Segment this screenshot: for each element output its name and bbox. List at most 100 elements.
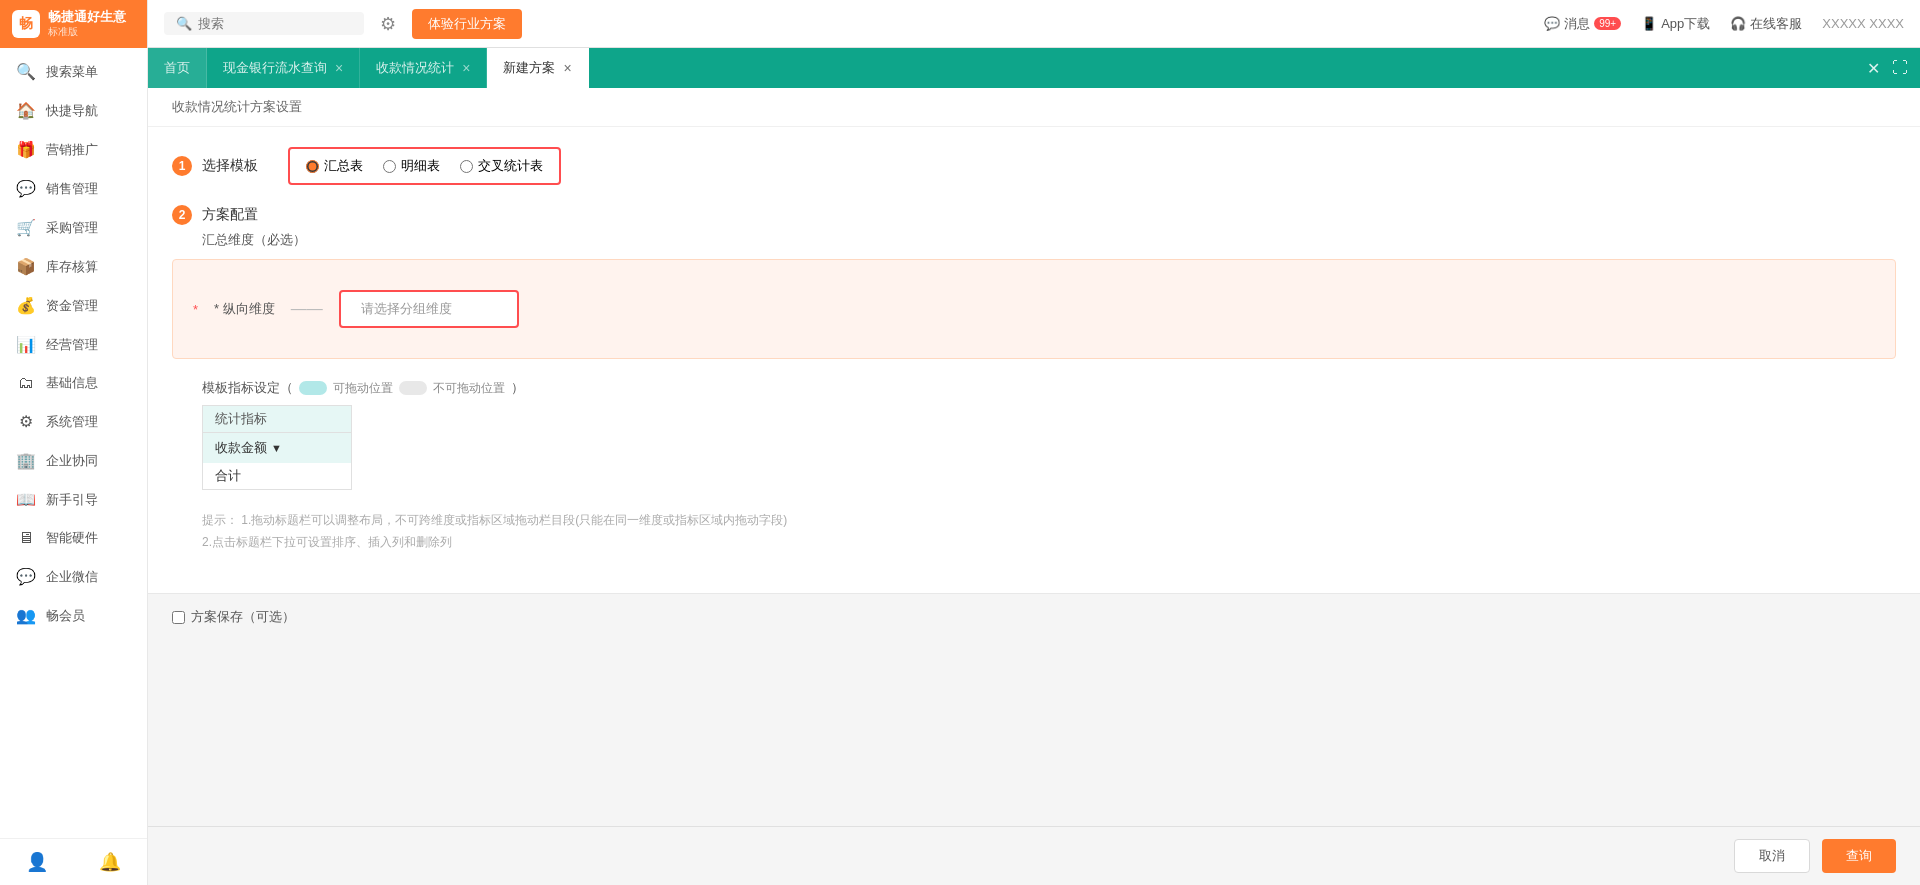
indicators-dropdown-cell[interactable]: 收款金额 ▼ (203, 433, 351, 463)
system-icon: ⚙ (16, 412, 36, 431)
step2-section: 2 方案配置 汇总维度（必选） * * 纵向维度 —— 请选择分组维度 (172, 205, 1896, 553)
user-name: XXXXX XXXX (1822, 16, 1904, 31)
tab-cash-query[interactable]: 现金银行流水查询 × (207, 48, 360, 88)
marketing-icon: 🎁 (16, 140, 36, 159)
page-title: 收款情况统计方案设置 (172, 99, 302, 114)
settings-icon[interactable]: ⚙ (380, 13, 396, 35)
finance-icon: 💰 (16, 296, 36, 315)
sidebar-item-basic-info[interactable]: 🗂 基础信息 (0, 364, 147, 402)
step2-row: 2 方案配置 (172, 205, 1896, 225)
tabbar-actions: ✕ ⛶ (1855, 48, 1920, 88)
notification-icon: 🔔 (99, 851, 121, 873)
industry-plan-button[interactable]: 体验行业方案 (412, 9, 522, 39)
vertical-dim-label: * 纵向维度 (214, 300, 275, 318)
dimension-selector[interactable]: 请选择分组维度 (339, 290, 519, 328)
sidebar-item-sales[interactable]: 💬 销售管理 (0, 169, 147, 208)
dropdown-chevron-icon: ▼ (271, 442, 282, 454)
sidebar-footer-notification[interactable]: 🔔 (99, 851, 121, 873)
step1-num: 1 (172, 156, 192, 176)
draggable-label: 可拖动位置 (333, 380, 393, 397)
radio-detail-input[interactable] (383, 160, 396, 173)
tab-close-new-plan[interactable]: × (563, 60, 571, 76)
radio-crosstab-input[interactable] (460, 160, 473, 173)
save-checkbox[interactable] (172, 611, 185, 624)
dimension-row: * * 纵向维度 —— 请选择分组维度 (193, 290, 519, 328)
sidebar-item-quick-nav[interactable]: 🏠 快捷导航 (0, 91, 147, 130)
query-button[interactable]: 查询 (1822, 839, 1896, 873)
radio-summary-input[interactable] (306, 160, 319, 173)
step2-num: 2 (172, 205, 192, 225)
sidebar-item-operations[interactable]: 📊 经营管理 (0, 325, 147, 364)
message-item[interactable]: 💬 消息 99+ (1544, 15, 1621, 33)
radio-crosstab[interactable]: 交叉统计表 (460, 157, 543, 175)
summary-dimension-label: 汇总维度（必选） (202, 231, 1896, 249)
indicators-section: 模板指标设定（ 可拖动位置 不可拖动位置 ） 统计指标 收款金额 ▼ (172, 379, 1896, 490)
tab-collection-stat[interactable]: 收款情况统计 × (360, 48, 487, 88)
sidebar-item-enterprise[interactable]: 🏢 企业协同 (0, 441, 147, 480)
template-selection-box: 汇总表 明细表 交叉统计表 (288, 147, 561, 185)
sidebar-logo: 畅 畅捷通好生意 标准版 (0, 0, 147, 48)
sidebar-nav: 🔍 搜索菜单 🏠 快捷导航 🎁 营销推广 💬 销售管理 🛒 采购管理 📦 库存核… (0, 48, 147, 838)
tab-home[interactable]: 首页 (148, 48, 207, 88)
sidebar-item-search-menu[interactable]: 🔍 搜索菜单 (0, 52, 147, 91)
sidebar-footer: 👤 🔔 (0, 838, 147, 885)
cancel-button[interactable]: 取消 (1734, 839, 1810, 873)
sidebar-item-finance[interactable]: 💰 资金管理 (0, 286, 147, 325)
tab-close-collection-stat[interactable]: × (462, 60, 470, 76)
tabbar: 首页 现金银行流水查询 × 收款情况统计 × 新建方案 × ✕ ⛶ (148, 48, 1920, 88)
search-box[interactable]: 🔍 (164, 12, 364, 35)
indicators-dropdown-label: 收款金额 (215, 439, 267, 457)
user-avatar-icon: 👤 (26, 851, 48, 873)
sidebar-item-inventory[interactable]: 📦 库存核算 (0, 247, 147, 286)
fixed-label: 不可拖动位置 (433, 380, 505, 397)
search-icon: 🔍 (176, 16, 192, 31)
topbar-right: 💬 消息 99+ 📱 App下载 🎧 在线客服 XXXXX XXXX (1544, 15, 1904, 33)
message-icon: 💬 (1544, 16, 1560, 31)
sidebar-item-system[interactable]: ⚙ 系统管理 (0, 402, 147, 441)
tip-2: 2.点击标题栏下拉可设置排序、插入列和删除列 (202, 532, 1896, 554)
step1-label: 选择模板 (202, 157, 258, 175)
step1-row: 1 选择模板 汇总表 明细表 交叉统计表 (172, 147, 1896, 185)
logo-icon: 畅 (12, 10, 40, 38)
dimension-area: * * 纵向维度 —— 请选择分组维度 (172, 259, 1896, 359)
tips-section: 提示： 1.拖动标题栏可以调整布局，不可跨维度或指标区域拖动栏目段(只能在同一维… (202, 510, 1896, 553)
sidebar-item-hardware[interactable]: 🖥 智能硬件 (0, 519, 147, 557)
save-section: 方案保存（可选） (148, 593, 1920, 640)
inventory-icon: 📦 (16, 257, 36, 276)
sales-icon: 💬 (16, 179, 36, 198)
sidebar-item-purchase[interactable]: 🛒 采购管理 (0, 208, 147, 247)
tab-new-plan[interactable]: 新建方案 × (487, 48, 588, 88)
sidebar-item-wechat[interactable]: 💬 企业微信 (0, 557, 147, 596)
wechat-icon: 💬 (16, 567, 36, 586)
tab-close-cash-query[interactable]: × (335, 60, 343, 76)
radio-summary[interactable]: 汇总表 (306, 157, 363, 175)
quick-nav-icon: 🏠 (16, 101, 36, 120)
basic-info-icon: 🗂 (16, 374, 36, 392)
radio-detail[interactable]: 明细表 (383, 157, 440, 175)
page-header: 收款情况统计方案设置 (148, 88, 1920, 127)
draggable-indicator (299, 381, 327, 395)
purchase-icon: 🛒 (16, 218, 36, 237)
indicators-grid: 统计指标 收款金额 ▼ 合计 (202, 405, 352, 490)
topbar: 🔍 ⚙ 体验行业方案 💬 消息 99+ 📱 App下载 🎧 在线客服 XXXXX… (148, 0, 1920, 48)
app-download-item[interactable]: 📱 App下载 (1641, 15, 1710, 33)
tab-close-all-icon[interactable]: ✕ (1867, 59, 1880, 78)
sidebar-item-member[interactable]: 👥 畅会员 (0, 596, 147, 635)
operations-icon: 📊 (16, 335, 36, 354)
sidebar-item-guide[interactable]: 📖 新手引导 (0, 480, 147, 519)
fixed-indicator (399, 381, 427, 395)
sidebar-item-marketing[interactable]: 🎁 营销推广 (0, 130, 147, 169)
arrow-icon: —— (291, 300, 323, 318)
search-menu-icon: 🔍 (16, 62, 36, 81)
sidebar: 畅 畅捷通好生意 标准版 🔍 搜索菜单 🏠 快捷导航 🎁 营销推广 💬 销售管理… (0, 0, 148, 885)
tip-1: 提示： 1.拖动标题栏可以调整布局，不可跨维度或指标区域拖动栏目段(只能在同一维… (202, 510, 1896, 532)
online-service-item[interactable]: 🎧 在线客服 (1730, 15, 1802, 33)
logo-text: 畅捷通好生意 标准版 (48, 9, 126, 40)
indicators-sum-cell: 合计 (203, 463, 351, 489)
online-service-icon: 🎧 (1730, 16, 1746, 31)
search-input[interactable] (198, 16, 338, 31)
indicators-header: 统计指标 (203, 406, 351, 433)
tab-maximize-icon[interactable]: ⛶ (1892, 59, 1908, 77)
footer-bar: 取消 查询 (148, 826, 1920, 885)
sidebar-footer-user[interactable]: 👤 (26, 851, 48, 873)
